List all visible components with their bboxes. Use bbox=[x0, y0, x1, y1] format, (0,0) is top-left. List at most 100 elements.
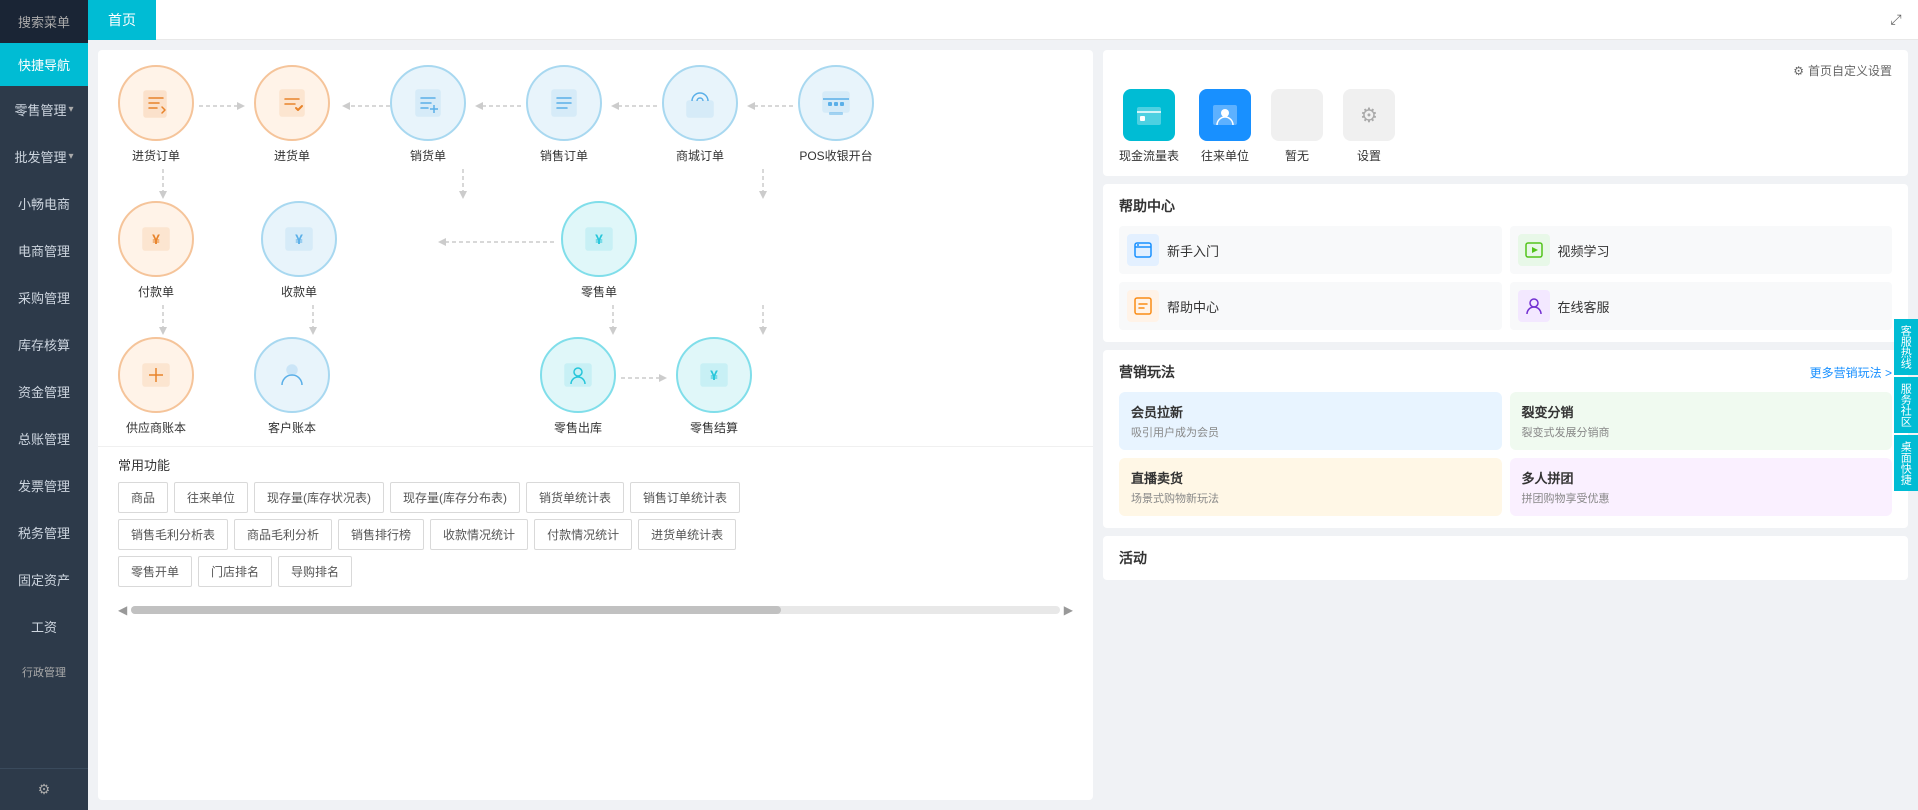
homepage-setting[interactable]: ⚙ 首页自定义设置 bbox=[1793, 62, 1892, 79]
node-purchase-order[interactable]: 进货订单 bbox=[118, 65, 194, 164]
quick-item-contacts[interactable]: 往来单位 bbox=[1199, 89, 1251, 164]
common-func-title: 常用功能 bbox=[118, 455, 1073, 474]
func-row-2: 销售毛利分析表 商品毛利分析 销售排行榜 收款情况统计 付款情况统计 进货单统计… bbox=[118, 519, 1073, 550]
node-purchase-receipt[interactable]: 进货单 bbox=[254, 65, 330, 164]
section-header: ⚙ 首页自定义设置 bbox=[1119, 62, 1892, 79]
btn-stock-status[interactable]: 现存量(库存状况表) bbox=[254, 482, 384, 513]
marketing-item-fission[interactable]: 裂变分销 裂变式发展分销商 bbox=[1510, 392, 1893, 450]
quick-icons-row: 现金流量表 往来单位 暂无 ⚙ bbox=[1119, 89, 1892, 164]
btn-sales-margin[interactable]: 销售毛利分析表 bbox=[118, 519, 228, 550]
gear-icon: ⚙ bbox=[38, 781, 51, 797]
btn-sales-stat[interactable]: 销货单统计表 bbox=[526, 482, 624, 513]
svg-text:¥: ¥ bbox=[152, 231, 160, 247]
help-item-support[interactable]: 在线客服 bbox=[1510, 282, 1893, 330]
help-item-video[interactable]: 视频学习 bbox=[1510, 226, 1893, 274]
sidebar-item-salary[interactable]: 工资 bbox=[0, 603, 88, 650]
node-receipt[interactable]: ¥ 收款单 bbox=[261, 201, 337, 300]
scroll-track[interactable] bbox=[131, 606, 1060, 614]
marketing-section: 营销玩法 更多营销玩法 > 会员拉新 吸引用户成为会员 裂变分销 裂变式发展分销… bbox=[1103, 350, 1908, 528]
scroll-thumb bbox=[131, 606, 781, 614]
content-area: 进货订单 进货单 bbox=[88, 40, 1918, 810]
float-btn-desktop[interactable]: 桌面快捷 bbox=[1894, 435, 1918, 491]
quick-item-empty: 暂无 bbox=[1271, 89, 1323, 164]
btn-stock-dist[interactable]: 现存量(库存分布表) bbox=[390, 482, 520, 513]
sidebar-item-assets[interactable]: 固定资产 bbox=[0, 556, 88, 603]
float-btn-hotline[interactable]: 客服热线 bbox=[1894, 319, 1918, 375]
node-supplier-account[interactable]: 供应商账本 bbox=[118, 337, 194, 436]
activity-section: 活动 bbox=[1103, 536, 1908, 580]
func-grid: 商品 往来单位 现存量(库存状况表) 现存量(库存分布表) 销货单统计表 销售订… bbox=[118, 482, 1073, 587]
svg-text:¥: ¥ bbox=[710, 367, 718, 383]
sidebar-item-inventory[interactable]: 库存核算 bbox=[0, 321, 88, 368]
scrollbar-row: ◀ ▶ bbox=[98, 599, 1093, 621]
func-row-1: 商品 往来单位 现存量(库存状况表) 现存量(库存分布表) 销货单统计表 销售订… bbox=[118, 482, 1073, 513]
sidebar-item-ecom-manage[interactable]: 电商管理 bbox=[0, 227, 88, 274]
sidebar-item-finance[interactable]: 资金管理 bbox=[0, 368, 88, 415]
btn-goods[interactable]: 商品 bbox=[118, 482, 168, 513]
sidebar-search[interactable]: 搜索菜单 bbox=[0, 0, 88, 43]
node-retail-order[interactable]: ¥ 零售单 bbox=[561, 201, 637, 300]
marketing-item-group[interactable]: 多人拼团 拼团购物享受优惠 bbox=[1510, 458, 1893, 516]
help-grid: 新手入门 视频学习 帮助中心 bbox=[1119, 226, 1892, 330]
sidebar-item-more[interactable]: 行政管理 bbox=[0, 650, 88, 694]
sidebar-item-ledger[interactable]: 总账管理 bbox=[0, 415, 88, 462]
chevron-down-icon: ▾ bbox=[68, 104, 73, 115]
chevron-down-icon: ▾ bbox=[68, 151, 73, 162]
help-item-help[interactable]: 帮助中心 bbox=[1119, 282, 1502, 330]
activity-title: 活动 bbox=[1119, 548, 1892, 568]
main-area: 首页 ⤢ 进货订单 bbox=[88, 0, 1918, 810]
quick-access-section: ⚙ 首页自定义设置 现金流量表 往来单位 bbox=[1103, 50, 1908, 176]
right-panel: ⚙ 首页自定义设置 现金流量表 往来单位 bbox=[1103, 50, 1908, 800]
common-functions: 常用功能 商品 往来单位 现存量(库存状况表) 现存量(库存分布表) 销货单统计… bbox=[98, 446, 1093, 599]
help-item-beginner[interactable]: 新手入门 bbox=[1119, 226, 1502, 274]
btn-goods-margin[interactable]: 商品毛利分析 bbox=[234, 519, 332, 550]
sidebar-item-ecom[interactable]: 小畅电商 bbox=[0, 180, 88, 227]
btn-guide-rank[interactable]: 导购排名 bbox=[278, 556, 352, 587]
marketing-title: 营销玩法 bbox=[1119, 362, 1175, 382]
float-btn-community[interactable]: 服务社区 bbox=[1894, 377, 1918, 433]
sidebar-item-purchase[interactable]: 采购管理 bbox=[0, 274, 88, 321]
help-title: 帮助中心 bbox=[1119, 196, 1892, 216]
btn-store-rank[interactable]: 门店排名 bbox=[198, 556, 272, 587]
marketing-item-member[interactable]: 会员拉新 吸引用户成为会员 bbox=[1119, 392, 1502, 450]
btn-purchase-stat[interactable]: 进货单统计表 bbox=[638, 519, 736, 550]
btn-retail-order[interactable]: 零售开单 bbox=[118, 556, 192, 587]
quick-item-cashflow[interactable]: 现金流量表 bbox=[1119, 89, 1179, 164]
more-marketing-link[interactable]: 更多营销玩法 > bbox=[1810, 364, 1892, 381]
node-retail-settle[interactable]: ¥ 零售结算 bbox=[676, 337, 752, 436]
sidebar-item-wholesale[interactable]: 批发管理 ▾ bbox=[0, 133, 88, 180]
sidebar-settings[interactable]: ⚙ bbox=[0, 768, 88, 810]
node-customer-account[interactable]: 客户账本 bbox=[254, 337, 330, 436]
btn-contacts[interactable]: 往来单位 bbox=[174, 482, 248, 513]
sidebar-item-invoice[interactable]: 发票管理 bbox=[0, 462, 88, 509]
expand-icon[interactable]: ⤢ bbox=[1882, 6, 1910, 34]
marketing-item-live[interactable]: 直播卖货 场景式购物新玩法 bbox=[1119, 458, 1502, 516]
scroll-left-arrow[interactable]: ◀ bbox=[118, 603, 127, 617]
btn-payment-stat[interactable]: 付款情况统计 bbox=[534, 519, 632, 550]
func-row-3: 零售开单 门店排名 导购排名 bbox=[118, 556, 1073, 587]
topbar: 首页 ⤢ bbox=[88, 0, 1918, 40]
scroll-right-arrow[interactable]: ▶ bbox=[1064, 603, 1073, 617]
marketing-header: 营销玩法 更多营销玩法 > bbox=[1119, 362, 1892, 382]
sidebar-item-retail[interactable]: 零售管理 ▾ bbox=[0, 86, 88, 133]
btn-sales-rank[interactable]: 销售排行榜 bbox=[338, 519, 424, 550]
node-retail-out[interactable]: 零售出库 bbox=[540, 337, 616, 436]
sidebar-item-tax[interactable]: 税务管理 bbox=[0, 509, 88, 556]
btn-receipt-stat[interactable]: 收款情况统计 bbox=[430, 519, 528, 550]
flow-diagram: 进货订单 进货单 bbox=[98, 50, 1093, 446]
flow-panel: 进货订单 进货单 bbox=[98, 50, 1093, 800]
sidebar-quicknav[interactable]: 快捷导航 bbox=[0, 43, 88, 86]
svg-text:¥: ¥ bbox=[595, 231, 603, 247]
node-payment[interactable]: ¥ 付款单 bbox=[118, 201, 194, 300]
tab-homepage[interactable]: 首页 bbox=[88, 0, 156, 40]
marketing-grid: 会员拉新 吸引用户成为会员 裂变分销 裂变式发展分销商 直播卖货 场景式购物新玩… bbox=[1119, 392, 1892, 516]
gear-icon: ⚙ bbox=[1793, 64, 1804, 78]
node-mall-order[interactable]: 商城订单 bbox=[662, 65, 738, 164]
quick-item-settings[interactable]: ⚙ 设置 bbox=[1343, 89, 1395, 164]
svg-text:¥: ¥ bbox=[295, 231, 303, 247]
btn-sales-order-stat[interactable]: 销售订单统计表 bbox=[630, 482, 740, 513]
node-sales-out[interactable]: 销货单 bbox=[390, 65, 466, 164]
node-sales-order[interactable]: 销售订单 bbox=[526, 65, 602, 164]
node-pos[interactable]: POS收银开台 bbox=[798, 65, 874, 164]
floating-buttons: 客服热线 服务社区 桌面快捷 bbox=[1894, 319, 1918, 491]
